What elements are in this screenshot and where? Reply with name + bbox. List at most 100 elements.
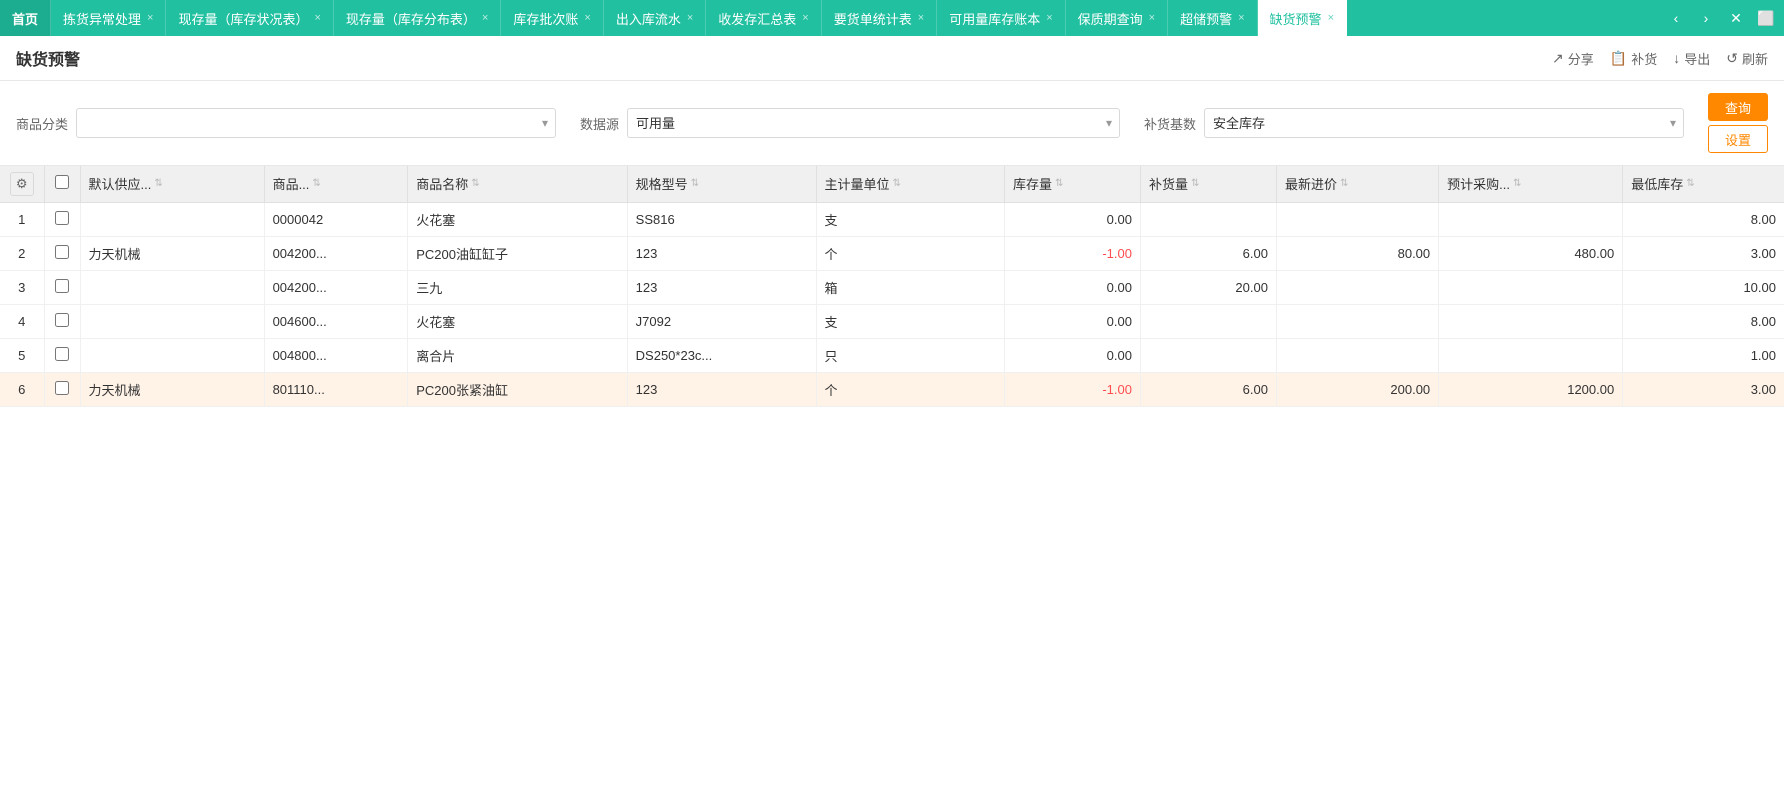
td-est-purchase-3 bbox=[1439, 304, 1623, 338]
product-name-sort-icon: ⇅ bbox=[471, 178, 479, 189]
share-button[interactable]: ↗ 分享 bbox=[1552, 49, 1594, 68]
th-est-purchase[interactable]: 预计采购... ⇅ bbox=[1439, 166, 1623, 202]
th-latest-price[interactable]: 最新进价 ⇅ bbox=[1276, 166, 1438, 202]
th-product-code[interactable]: 商品... ⇅ bbox=[264, 166, 408, 202]
th-replenish[interactable]: 补货量 ⇅ bbox=[1140, 166, 1276, 202]
th-settings: ⚙ bbox=[0, 166, 44, 202]
nav-tab-inventory-status[interactable]: 现存量（库存状况表） × bbox=[166, 0, 333, 36]
nav-tab-batch-account[interactable]: 库存批次账 × bbox=[501, 0, 603, 36]
column-settings-button[interactable]: ⚙ bbox=[10, 172, 34, 196]
th-check bbox=[44, 166, 80, 202]
close-tab-exception[interactable]: × bbox=[147, 12, 153, 24]
row-checkbox-0[interactable] bbox=[55, 211, 69, 225]
th-spec-label: 规格型号 bbox=[636, 174, 688, 193]
unit-sort-icon: ⇅ bbox=[893, 178, 901, 189]
th-unit-label: 主计量单位 bbox=[825, 174, 890, 193]
row-checkbox-1[interactable] bbox=[55, 245, 69, 259]
td-stock-1: -1.00 bbox=[1004, 236, 1140, 270]
td-row-check-0[interactable] bbox=[44, 202, 80, 236]
row-checkbox-3[interactable] bbox=[55, 313, 69, 327]
replenish-base-select[interactable]: 安全库存 bbox=[1204, 108, 1684, 138]
td-row-index-3: 4 bbox=[0, 304, 44, 338]
row-checkbox-2[interactable] bbox=[55, 279, 69, 293]
row-checkbox-4[interactable] bbox=[55, 347, 69, 361]
td-supplier-5: 力天机械 bbox=[80, 372, 264, 406]
td-row-check-5[interactable] bbox=[44, 372, 80, 406]
nav-close-button[interactable]: ✕ bbox=[1722, 4, 1750, 32]
th-replenish-label: 补货量 bbox=[1149, 174, 1188, 193]
refresh-button[interactable]: ↺ 刷新 bbox=[1726, 49, 1768, 68]
th-product-name[interactable]: 商品名称 ⇅ bbox=[408, 166, 627, 202]
export-button[interactable]: ↓ 导出 bbox=[1673, 49, 1710, 68]
close-tab-expiry-query[interactable]: × bbox=[1149, 12, 1155, 24]
row-checkbox-5[interactable] bbox=[55, 381, 69, 395]
td-row-check-1[interactable] bbox=[44, 236, 80, 270]
th-supplier-label: 默认供应... bbox=[89, 174, 152, 193]
nav-tab-demand-stats[interactable]: 要货单统计表 × bbox=[822, 0, 937, 36]
td-est-purchase-4 bbox=[1439, 338, 1623, 372]
nav-tab-expiry-query[interactable]: 保质期查询 × bbox=[1066, 0, 1168, 36]
supplier-sort-icon: ⇅ bbox=[154, 178, 162, 189]
td-replenish-3 bbox=[1140, 304, 1276, 338]
close-tab-overstock[interactable]: × bbox=[1238, 12, 1244, 24]
filter-actions: 查询 设置 bbox=[1708, 93, 1768, 153]
nav-tab-inventory-dist[interactable]: 现存量（库存分布表） × bbox=[334, 0, 501, 36]
td-unit-5: 个 bbox=[816, 372, 1004, 406]
settings-button[interactable]: 设置 bbox=[1708, 125, 1768, 153]
home-tab-label: 首页 bbox=[12, 9, 38, 28]
nav-next-button[interactable]: › bbox=[1692, 4, 1720, 32]
td-min-stock-1: 3.00 bbox=[1623, 236, 1784, 270]
select-all-checkbox[interactable] bbox=[55, 175, 69, 189]
th-stock[interactable]: 库存量 ⇅ bbox=[1004, 166, 1140, 202]
replenish-base-filter-label: 补货基数 bbox=[1144, 114, 1196, 133]
td-row-check-2[interactable] bbox=[44, 270, 80, 304]
nav-tab-overstock[interactable]: 超储预警 × bbox=[1168, 0, 1257, 36]
nav-prev-button[interactable]: ‹ bbox=[1662, 4, 1690, 32]
close-tab-inventory-dist[interactable]: × bbox=[482, 12, 488, 24]
nav-tab-home[interactable]: 首页 bbox=[0, 0, 51, 36]
datasource-filter-label: 数据源 bbox=[580, 114, 619, 133]
query-button[interactable]: 查询 bbox=[1708, 93, 1768, 121]
datasource-select[interactable]: 可用量 bbox=[627, 108, 1120, 138]
td-row-check-4[interactable] bbox=[44, 338, 80, 372]
inventory-dist-tab-label: 现存量（库存分布表） bbox=[346, 9, 476, 28]
close-tab-batch-account[interactable]: × bbox=[584, 12, 590, 24]
td-row-index-2: 3 bbox=[0, 270, 44, 304]
spec-sort-icon: ⇅ bbox=[691, 178, 699, 189]
close-tab-shortage[interactable]: × bbox=[1328, 12, 1334, 24]
nav-tab-inout-flow[interactable]: 出入库流水 × bbox=[604, 0, 706, 36]
td-replenish-1: 6.00 bbox=[1140, 236, 1276, 270]
td-product-code-2: 004200... bbox=[264, 270, 408, 304]
shortage-tab-label: 缺货预警 bbox=[1270, 9, 1322, 28]
td-product-name-4: 离合片 bbox=[408, 338, 627, 372]
td-min-stock-0: 8.00 bbox=[1623, 202, 1784, 236]
td-stock-3: 0.00 bbox=[1004, 304, 1140, 338]
nav-maximize-button[interactable]: ⬜ bbox=[1752, 4, 1780, 32]
refresh-icon: ↺ bbox=[1726, 50, 1738, 67]
th-supplier[interactable]: 默认供应... ⇅ bbox=[80, 166, 264, 202]
td-supplier-3 bbox=[80, 304, 264, 338]
replenish-button[interactable]: 📋 补货 bbox=[1610, 49, 1657, 68]
td-row-index-1: 2 bbox=[0, 236, 44, 270]
nav-tab-available-ledger[interactable]: 可用量库存账本 × bbox=[937, 0, 1065, 36]
close-tab-inout-flow[interactable]: × bbox=[687, 12, 693, 24]
close-tab-receive-summary[interactable]: × bbox=[802, 12, 808, 24]
nav-tab-exception[interactable]: 拣货异常处理 × bbox=[51, 0, 166, 36]
close-tab-inventory-status[interactable]: × bbox=[314, 12, 320, 24]
td-spec-1: 123 bbox=[627, 236, 816, 270]
td-row-check-3[interactable] bbox=[44, 304, 80, 338]
nav-controls: ‹ › ✕ ⬜ bbox=[1662, 4, 1784, 32]
demand-stats-tab-label: 要货单统计表 bbox=[834, 9, 912, 28]
th-product-code-label: 商品... bbox=[273, 174, 310, 193]
category-select[interactable] bbox=[76, 108, 556, 138]
nav-tab-receive-summary[interactable]: 收发存汇总表 × bbox=[706, 0, 821, 36]
close-tab-demand-stats[interactable]: × bbox=[918, 12, 924, 24]
th-spec[interactable]: 规格型号 ⇅ bbox=[627, 166, 816, 202]
th-est-purchase-label: 预计采购... bbox=[1447, 174, 1510, 193]
table-header-row: ⚙ 默认供应... ⇅ 商品... ⇅ bbox=[0, 166, 1784, 202]
th-min-stock[interactable]: 最低库存 ⇅ bbox=[1623, 166, 1784, 202]
nav-tab-shortage[interactable]: 缺货预警 × bbox=[1258, 0, 1347, 36]
th-unit[interactable]: 主计量单位 ⇅ bbox=[816, 166, 1004, 202]
td-spec-0: SS816 bbox=[627, 202, 816, 236]
close-tab-available-ledger[interactable]: × bbox=[1046, 12, 1052, 24]
